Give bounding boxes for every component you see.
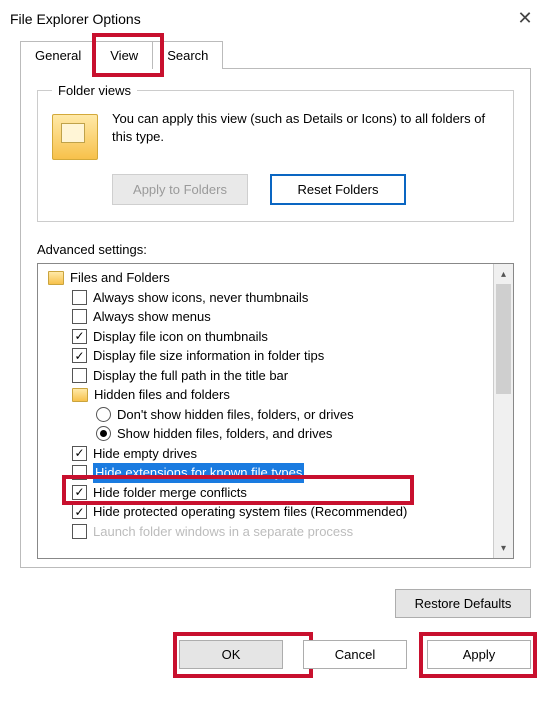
- folder-views-text: You can apply this view (such as Details…: [112, 110, 499, 146]
- scroll-down-icon[interactable]: ▾: [494, 538, 513, 558]
- ok-button[interactable]: OK: [179, 640, 283, 669]
- checkbox-icon[interactable]: [72, 368, 87, 383]
- scroll-up-icon[interactable]: ▴: [494, 264, 513, 284]
- folder-views-group: Folder views You can apply this view (su…: [37, 83, 514, 222]
- opt-launch-separate-process[interactable]: Launch folder windows in a separate proc…: [42, 522, 493, 542]
- apply-to-folders-button: Apply to Folders: [112, 174, 248, 205]
- tree-root: Files and Folders: [42, 268, 493, 288]
- radio-icon[interactable]: [96, 407, 111, 422]
- checkbox-icon[interactable]: [72, 524, 87, 539]
- radio-icon[interactable]: [96, 426, 111, 441]
- reset-folders-button[interactable]: Reset Folders: [270, 174, 406, 205]
- opt-hide-protected-os-files[interactable]: Hide protected operating system files (R…: [42, 502, 493, 522]
- folder-views-legend: Folder views: [52, 83, 137, 98]
- tree-root-label: Files and Folders: [70, 268, 170, 288]
- checkbox-icon[interactable]: [72, 465, 87, 480]
- opt-hide-merge-conflicts[interactable]: Hide folder merge conflicts: [42, 483, 493, 503]
- checkbox-icon[interactable]: [72, 290, 87, 305]
- tab-general[interactable]: General: [20, 41, 96, 69]
- opt-always-show-icons[interactable]: Always show icons, never thumbnails: [42, 288, 493, 308]
- close-icon[interactable]: ✕: [511, 8, 539, 29]
- tab-strip: General View Search: [20, 41, 551, 69]
- advanced-settings-list: Files and Folders Always show icons, nev…: [37, 263, 514, 559]
- checkbox-icon[interactable]: [72, 504, 87, 519]
- restore-defaults-button[interactable]: Restore Defaults: [395, 589, 531, 618]
- advanced-settings-label: Advanced settings:: [37, 242, 514, 257]
- opt-always-show-menus[interactable]: Always show menus: [42, 307, 493, 327]
- scroll-track[interactable]: [494, 284, 513, 538]
- opt-display-file-icon-thumb[interactable]: Display file icon on thumbnails: [42, 327, 493, 347]
- tab-view[interactable]: View: [95, 41, 153, 69]
- tab-panel-view: Folder views You can apply this view (su…: [20, 68, 531, 568]
- opt-dont-show-hidden[interactable]: Don't show hidden files, folders, or dri…: [42, 405, 493, 425]
- tab-search[interactable]: Search: [152, 41, 223, 69]
- folder-icon: [48, 271, 64, 285]
- checkbox-icon[interactable]: [72, 485, 87, 500]
- checkbox-icon[interactable]: [72, 329, 87, 344]
- apply-button[interactable]: Apply: [427, 640, 531, 669]
- opt-display-file-size-tips[interactable]: Display file size information in folder …: [42, 346, 493, 366]
- checkbox-icon[interactable]: [72, 348, 87, 363]
- scrollbar[interactable]: ▴ ▾: [493, 264, 513, 558]
- folder-icon: [52, 114, 98, 160]
- window-title: File Explorer Options: [10, 11, 141, 27]
- opt-display-full-path-titlebar[interactable]: Display the full path in the title bar: [42, 366, 493, 386]
- scroll-thumb[interactable]: [496, 284, 511, 394]
- opt-show-hidden[interactable]: Show hidden files, folders, and drives: [42, 424, 493, 444]
- opt-hide-extensions[interactable]: Hide extensions for known file types: [42, 463, 493, 483]
- opt-hide-empty-drives[interactable]: Hide empty drives: [42, 444, 493, 464]
- checkbox-icon[interactable]: [72, 309, 87, 324]
- cancel-button[interactable]: Cancel: [303, 640, 407, 669]
- group-hidden-files: Hidden files and folders: [42, 385, 493, 405]
- checkbox-icon[interactable]: [72, 446, 87, 461]
- folder-icon: [72, 388, 88, 402]
